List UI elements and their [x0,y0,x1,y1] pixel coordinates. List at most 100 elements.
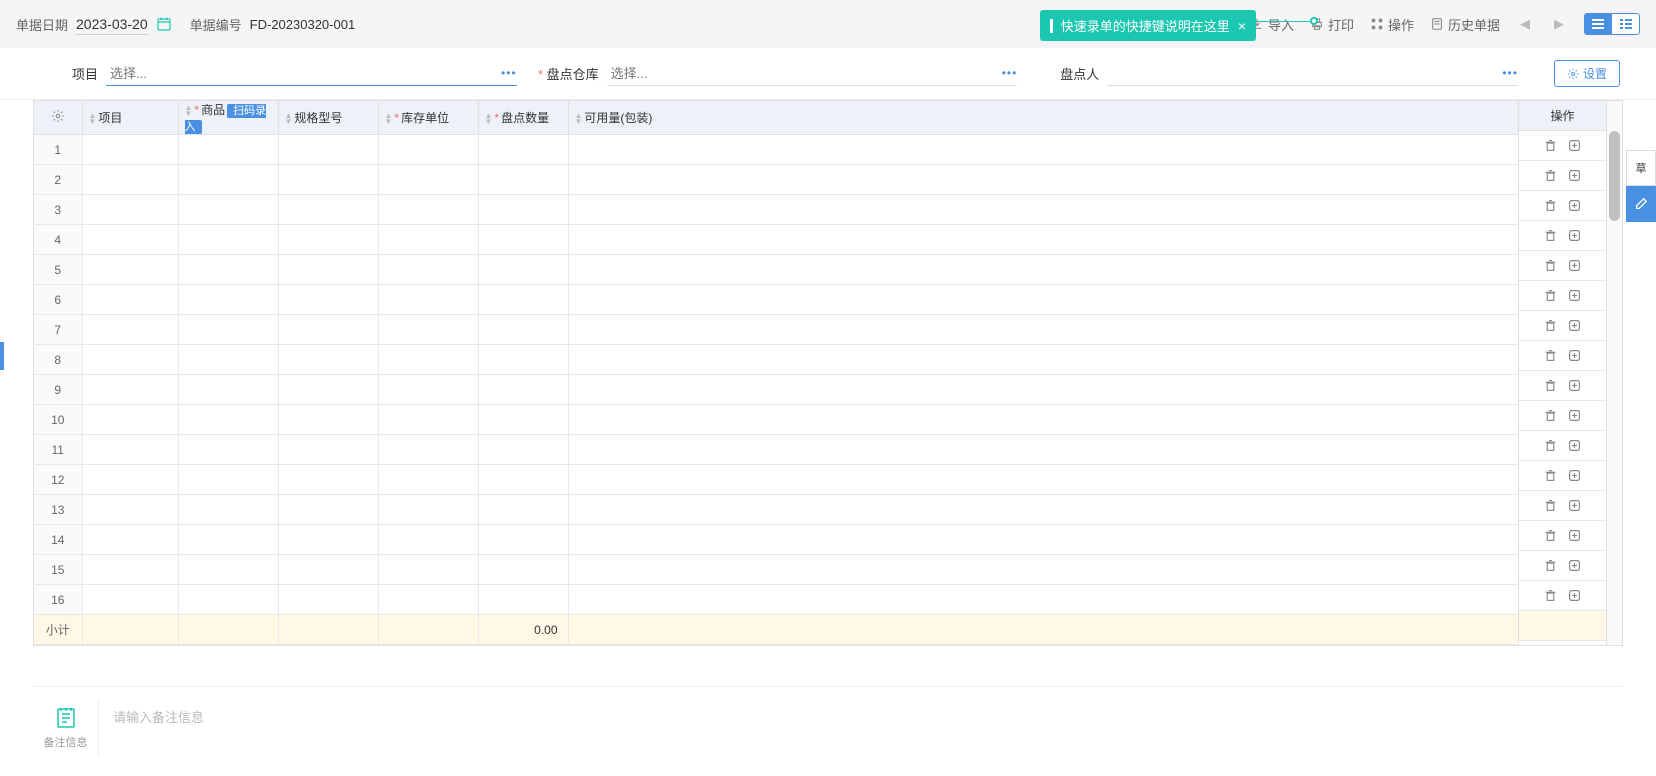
add-icon[interactable] [1568,259,1582,273]
doc-no-value: FD-20230320-001 [250,17,356,32]
col-product[interactable]: ▲▼*商品扫码录入 [178,101,278,135]
project-input-wrap[interactable]: ••• [106,62,517,86]
delete-icon[interactable] [1544,559,1558,573]
view-grid-button[interactable] [1612,13,1640,35]
delete-icon[interactable] [1544,349,1558,363]
float-tabs: 草 [1626,150,1656,222]
col-spec[interactable]: ▲▼规格型号 [278,101,378,135]
col-project[interactable]: ▲▼项目 [82,101,178,135]
warehouse-input[interactable] [611,66,998,81]
operate-label: 操作 [1388,15,1414,34]
table-row[interactable]: 10 [34,405,1518,435]
table-row[interactable]: 1 [34,135,1518,165]
delete-icon[interactable] [1544,499,1558,513]
remarks-input[interactable] [99,699,1623,756]
row-number: 12 [34,465,82,495]
main-table: ▲▼项目 ▲▼*商品扫码录入 ▲▼规格型号 ▲▼*库存单位 ▲▼*盘点数量 ▲▼… [33,100,1519,646]
table-row[interactable]: 14 [34,525,1518,555]
warehouse-more-icon[interactable]: ••• [1002,66,1018,80]
add-icon[interactable] [1568,319,1582,333]
row-number: 7 [34,315,82,345]
settings-button[interactable]: 设置 [1554,60,1620,87]
table-row[interactable]: 15 [34,555,1518,585]
delete-icon[interactable] [1544,409,1558,423]
delete-icon[interactable] [1544,319,1558,333]
table-row[interactable]: 13 [34,495,1518,525]
col-qty[interactable]: ▲▼*盘点数量 [478,101,568,135]
table-row[interactable]: 9 [34,375,1518,405]
prev-arrow-icon[interactable]: ◀ [1516,15,1534,33]
import-button[interactable]: 导入 [1250,15,1294,34]
delete-icon[interactable] [1544,589,1558,603]
table-row[interactable]: 5 [34,255,1518,285]
history-button[interactable]: 历史单据 [1430,15,1500,34]
add-icon[interactable] [1568,199,1582,213]
table-row[interactable]: 12 [34,465,1518,495]
scrollbar-thumb[interactable] [1609,131,1620,221]
row-number: 1 [34,135,82,165]
print-label: 打印 [1328,15,1354,34]
delete-icon[interactable] [1544,229,1558,243]
table-row[interactable]: 16 [34,585,1518,615]
person-more-icon[interactable]: ••• [1502,66,1518,80]
view-list-button[interactable] [1584,13,1612,35]
add-icon[interactable] [1568,289,1582,303]
add-icon[interactable] [1568,589,1582,603]
close-icon[interactable]: × [1238,18,1246,34]
add-icon[interactable] [1568,379,1582,393]
col-unit[interactable]: ▲▼*库存单位 [378,101,478,135]
calendar-icon[interactable] [156,16,172,32]
action-column: 操作 [1519,100,1607,646]
gear-header[interactable] [34,101,82,135]
table-row[interactable]: 4 [34,225,1518,255]
row-number: 11 [34,435,82,465]
delete-icon[interactable] [1544,169,1558,183]
row-number: 15 [34,555,82,585]
add-icon[interactable] [1568,559,1582,573]
add-icon[interactable] [1568,169,1582,183]
shortcut-tip-banner: 快速录单的快捷键说明在这里 × [1040,10,1256,41]
table-row[interactable]: 6 [34,285,1518,315]
person-input-wrap[interactable]: ••• [1107,62,1518,86]
import-label: 导入 [1268,15,1294,34]
table-row[interactable]: 11 [34,435,1518,465]
person-input[interactable] [1111,66,1498,81]
float-tab-edit[interactable] [1626,186,1656,222]
add-icon[interactable] [1568,499,1582,513]
project-group: 项目 ••• [36,62,517,86]
delete-icon[interactable] [1544,379,1558,393]
delete-icon[interactable] [1544,199,1558,213]
operate-button[interactable]: 操作 [1370,15,1414,34]
float-tab-draft[interactable]: 草 [1626,150,1656,186]
col-avail[interactable]: ▲▼可用量(包装) [568,101,1518,135]
delete-icon[interactable] [1544,289,1558,303]
delete-icon[interactable] [1544,139,1558,153]
notes-icon [54,706,78,730]
add-icon[interactable] [1568,139,1582,153]
warehouse-input-wrap[interactable]: ••• [607,62,1018,86]
table-row[interactable]: 7 [34,315,1518,345]
table-row[interactable]: 3 [34,195,1518,225]
add-icon[interactable] [1568,349,1582,363]
project-label: 项目 [36,64,106,83]
delete-icon[interactable] [1544,529,1558,543]
next-arrow-icon[interactable]: ▶ [1550,15,1568,33]
add-icon[interactable] [1568,439,1582,453]
add-icon[interactable] [1568,529,1582,543]
add-icon[interactable] [1568,409,1582,423]
table-row[interactable]: 8 [34,345,1518,375]
project-input[interactable] [110,66,497,81]
add-icon[interactable] [1568,469,1582,483]
tip-text: 快速录单的快捷键说明在这里 [1061,16,1230,35]
delete-icon[interactable] [1544,469,1558,483]
project-more-icon[interactable]: ••• [501,66,517,80]
table-row[interactable]: 2 [34,165,1518,195]
date-value[interactable]: 2023-03-20 [76,14,148,35]
edit-icon [1634,197,1648,211]
subtotal-row: 小计0.00 [34,615,1518,645]
add-icon[interactable] [1568,229,1582,243]
delete-icon[interactable] [1544,439,1558,453]
vertical-scrollbar[interactable] [1607,100,1623,646]
row-number: 3 [34,195,82,225]
delete-icon[interactable] [1544,259,1558,273]
